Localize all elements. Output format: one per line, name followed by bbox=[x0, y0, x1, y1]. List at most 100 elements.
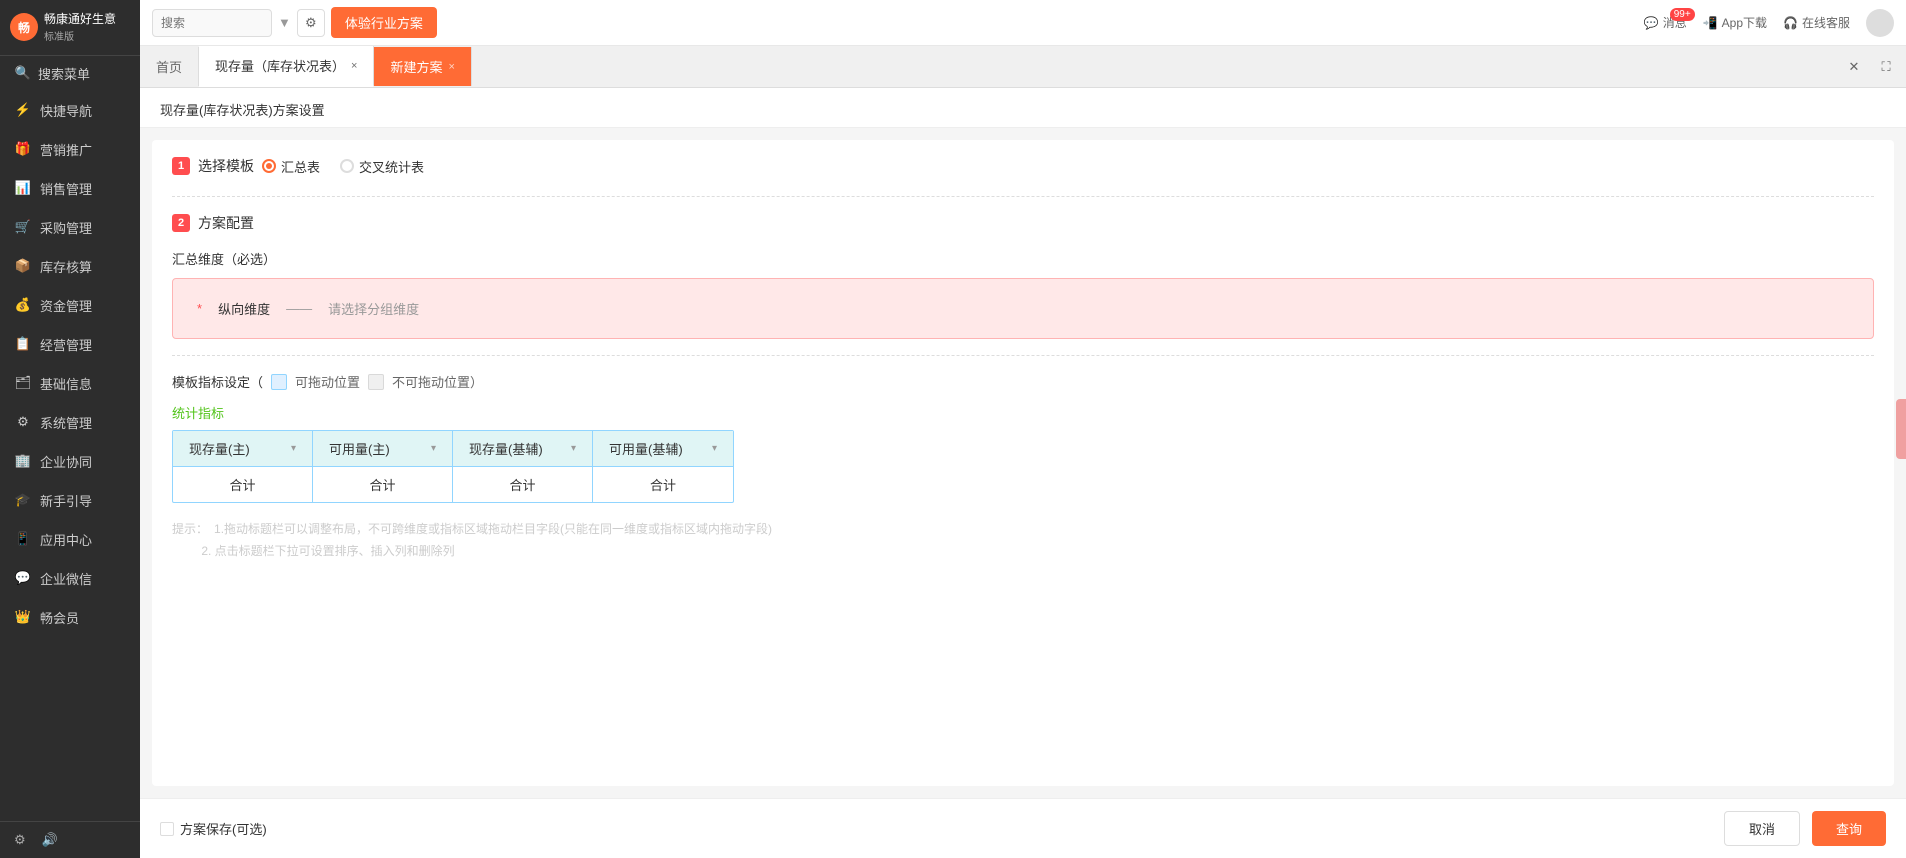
search-icon: 🔍 bbox=[14, 64, 32, 82]
graduation-icon: 🎓 bbox=[14, 491, 32, 509]
box-icon: 📦 bbox=[14, 257, 32, 275]
footer-actions: 取消 查询 bbox=[1724, 811, 1886, 846]
stats-data-col3: 合计 bbox=[453, 467, 593, 502]
section2-title: 方案配置 bbox=[198, 213, 254, 233]
topbar-right: 💬 消息 99+ 📲 App下载 🎧 在线客服 bbox=[1644, 9, 1894, 37]
sidebar-item-app-center[interactable]: 📱 应用中心 bbox=[0, 520, 140, 559]
chat-icon: 💬 bbox=[14, 569, 32, 587]
logo-icon: 畅 bbox=[10, 13, 38, 41]
sidebar-item-inventory[interactable]: 📦 库存核算 bbox=[0, 247, 140, 286]
sidebar-item-quick-nav[interactable]: ⚡ 快捷导航 bbox=[0, 91, 140, 130]
draggable-badge bbox=[271, 374, 287, 390]
tab-home[interactable]: 首页 bbox=[140, 47, 199, 86]
tab-inventory-close[interactable]: × bbox=[351, 60, 357, 72]
tab-expand-icon[interactable]: ⛶ bbox=[1874, 55, 1898, 79]
sidebar-item-system[interactable]: ⚙ 系统管理 bbox=[0, 403, 140, 442]
sidebar-item-search[interactable]: 🔍 搜索菜单 bbox=[0, 56, 140, 91]
draggable-label: 可拖动位置 bbox=[295, 372, 360, 391]
sidebar-item-purchase[interactable]: 🛒 采购管理 bbox=[0, 208, 140, 247]
stats-data-col2: 合计 bbox=[313, 467, 453, 502]
divider2 bbox=[172, 355, 1874, 356]
tab-inventory[interactable]: 现存量（库存状况表） × bbox=[199, 46, 374, 87]
sidebar-item-company[interactable]: 🏢 企业协同 bbox=[0, 442, 140, 481]
message-btn[interactable]: 💬 消息 99+ bbox=[1644, 14, 1687, 31]
non-draggable-badge bbox=[368, 374, 384, 390]
cancel-button[interactable]: 取消 bbox=[1724, 811, 1800, 846]
lightning-icon: ⚡ bbox=[14, 101, 32, 119]
dimension-row: * 纵向维度 —— 请选择分组维度 bbox=[197, 299, 1849, 318]
gift-icon: 🎁 bbox=[14, 140, 32, 158]
non-draggable-label: 不可拖动位置） bbox=[392, 372, 483, 391]
sidebar-item-basic-info[interactable]: 🗂 基础信息 bbox=[0, 364, 140, 403]
stats-header-col2[interactable]: 可用量(主) ▾ bbox=[313, 431, 453, 466]
chevron-down-icon-col1: ▾ bbox=[291, 443, 296, 454]
stats-header-col1[interactable]: 现存量(主) ▾ bbox=[173, 431, 313, 466]
sidebar-nav: 🔍 搜索菜单 ⚡ 快捷导航 🎁 营销推广 📊 销售管理 🛒 采购管理 📦 库存核… bbox=[0, 56, 140, 821]
sidebar-item-sales[interactable]: 📊 销售管理 bbox=[0, 169, 140, 208]
speaker-icon[interactable]: 🔊 bbox=[42, 832, 58, 848]
sidebar-logo: 畅 畅康通好生意 标准版 bbox=[0, 0, 140, 56]
folder-icon: 🗂 bbox=[14, 374, 32, 392]
stats-data-col4: 合计 bbox=[593, 467, 733, 502]
scheme-panel: 1 选择模板 汇总表 交叉统计表 bbox=[152, 140, 1894, 786]
section1-header: 1 选择模板 汇总表 交叉统计表 bbox=[172, 156, 1874, 176]
tab-new-scheme-close[interactable]: × bbox=[448, 61, 454, 73]
stats-label: 统计指标 bbox=[172, 403, 1874, 422]
message-icon: 💬 bbox=[1644, 16, 1659, 30]
tabs-bar: 首页 现存量（库存状况表） × 新建方案 × ✕ ⛶ bbox=[140, 46, 1906, 88]
radio-cross[interactable]: 交叉统计表 bbox=[340, 157, 424, 176]
settings-gear-icon[interactable]: ⚙ bbox=[297, 9, 325, 37]
experience-btn[interactable]: 体验行业方案 bbox=[331, 7, 437, 38]
sidebar-item-marketing[interactable]: 🎁 营销推广 bbox=[0, 130, 140, 169]
radio-summary[interactable]: 汇总表 bbox=[262, 157, 320, 176]
chart-icon: 📊 bbox=[14, 179, 32, 197]
stats-header-col3[interactable]: 现存量(基辅) ▾ bbox=[453, 431, 593, 466]
topbar-search-input[interactable] bbox=[152, 9, 272, 37]
radio-summary-circle bbox=[262, 159, 276, 173]
indicator-label: 模板指标设定（ 可拖动位置 不可拖动位置） bbox=[172, 372, 1874, 391]
dimension-dash: —— bbox=[286, 301, 312, 316]
tab-collapse-icon[interactable]: ✕ bbox=[1842, 55, 1866, 79]
online-service-btn[interactable]: 🎧 在线客服 bbox=[1783, 14, 1850, 31]
dropdown-arrow-icon[interactable]: ▼ bbox=[278, 15, 291, 30]
app-download-btn[interactable]: 📲 App下载 bbox=[1703, 14, 1767, 31]
section1-num: 1 bbox=[172, 157, 190, 175]
crown-icon: 👑 bbox=[14, 608, 32, 626]
clipboard-icon: 📋 bbox=[14, 335, 32, 353]
template-section: 1 选择模板 汇总表 交叉统计表 bbox=[172, 156, 1874, 176]
footer-bar: 方案保存(可选) 取消 查询 bbox=[140, 798, 1906, 858]
config-section: 2 方案配置 汇总维度（必选） * 纵向维度 —— 请选择分组维度 bbox=[172, 213, 1874, 562]
stats-data-col1: 合计 bbox=[173, 467, 313, 502]
query-button[interactable]: 查询 bbox=[1812, 811, 1886, 846]
stats-header-col4[interactable]: 可用量(基辅) ▾ bbox=[593, 431, 733, 466]
settings-icon[interactable]: ⚙ bbox=[14, 832, 26, 848]
save-checkbox[interactable]: 方案保存(可选) bbox=[160, 819, 267, 838]
sidebar-item-finance[interactable]: 💰 资金管理 bbox=[0, 286, 140, 325]
tip-item-1: 提示： 1.拖动标题栏可以调整布局，不可跨维度或指标区域拖动栏目字段(只能在同一… bbox=[172, 519, 1874, 541]
sidebar: 畅 畅康通好生意 标准版 🔍 搜索菜单 ⚡ 快捷导航 🎁 营销推广 📊 销售管理… bbox=[0, 0, 140, 858]
stats-section: 统计指标 现存量(主) ▾ 可用量(主) ▾ bbox=[172, 403, 1874, 503]
sidebar-bottom: ⚙ 🔊 bbox=[0, 821, 140, 858]
building-icon: 🏢 bbox=[14, 452, 32, 470]
user-avatar[interactable] bbox=[1866, 9, 1894, 37]
sidebar-item-member[interactable]: 👑 畅会员 bbox=[0, 598, 140, 637]
required-mark: * bbox=[197, 301, 202, 316]
stats-table: 现存量(主) ▾ 可用量(主) ▾ 现存量(基辅) ▾ bbox=[172, 430, 734, 503]
tab-new-scheme[interactable]: 新建方案 × bbox=[374, 47, 471, 86]
stats-data-row: 合计 合计 合计 合计 bbox=[173, 466, 733, 502]
divider1 bbox=[172, 196, 1874, 197]
tabs-right-actions: ✕ ⛶ bbox=[1842, 55, 1906, 79]
tips-section: 提示： 1.拖动标题栏可以调整布局，不可跨维度或指标区域拖动栏目字段(只能在同一… bbox=[172, 519, 1874, 562]
page-title: 现存量(库存状况表)方案设置 bbox=[140, 88, 1906, 128]
phone-download-icon: 📲 bbox=[1703, 16, 1718, 30]
money-icon: 💰 bbox=[14, 296, 32, 314]
app-name: 畅康通好生意 bbox=[44, 12, 116, 28]
indicator-section: 模板指标设定（ 可拖动位置 不可拖动位置） bbox=[172, 372, 1874, 391]
sidebar-item-newbie[interactable]: 🎓 新手引导 bbox=[0, 481, 140, 520]
aggregate-label: 汇总维度（必选） bbox=[172, 249, 1874, 268]
sidebar-item-operations[interactable]: 📋 经营管理 bbox=[0, 325, 140, 364]
dimension-placeholder[interactable]: 请选择分组维度 bbox=[328, 299, 419, 318]
sidebar-item-wechat[interactable]: 💬 企业微信 bbox=[0, 559, 140, 598]
app-version: 标准版 bbox=[44, 28, 116, 43]
gear-icon: ⚙ bbox=[14, 413, 32, 431]
